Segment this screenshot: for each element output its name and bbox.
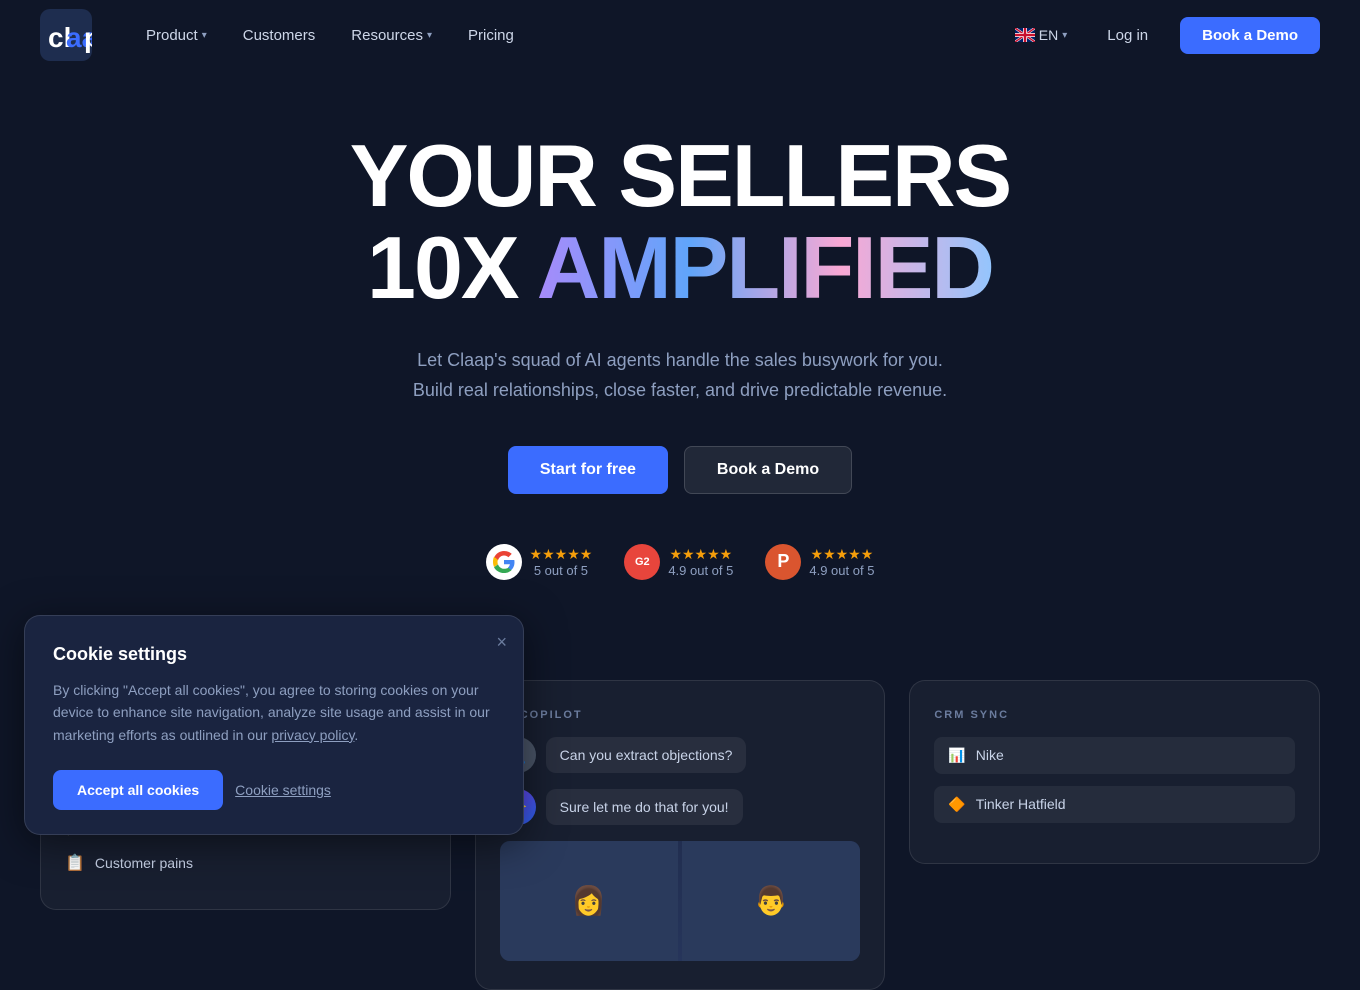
list-item: 📋 Customer pains <box>65 845 426 881</box>
nav-customers[interactable]: Customers <box>229 19 330 52</box>
product-chevron-icon: ▾ <box>202 30 207 41</box>
hero-amplified: AMPLIFIED <box>537 218 993 317</box>
cookie-buttons: Accept all cookies Cookie settings <box>53 770 495 810</box>
nav-links: Product ▾ Customers Resources ▾ Pricing <box>132 19 1007 52</box>
crm-sync-label: CRM SYNC <box>934 709 1295 721</box>
cookie-settings-button[interactable]: Cookie settings <box>235 782 331 798</box>
crm-item-nike: 📊 Nike <box>934 737 1295 774</box>
hero-10x: 10X <box>367 218 518 317</box>
navbar: cl aa p Product ▾ Customers Resources ▾ … <box>0 0 1360 70</box>
hero-cta-group: Start for free Book a Demo <box>40 446 1320 494</box>
hero-section: YOUR SELLERS 10X AMPLIFIED Let Claap's s… <box>0 70 1360 680</box>
resources-chevron-icon: ▾ <box>427 30 432 41</box>
ai-copilot-label: AI COPILOT <box>500 709 861 721</box>
logo[interactable]: cl aa p <box>40 9 92 61</box>
nav-right: EN ▾ Log in Book a Demo <box>1007 17 1320 54</box>
crm-sync-card: CRM SYNC 📊 Nike 🔶 Tinker Hatfield <box>909 680 1320 864</box>
crm-item-hatfield: 🔶 Tinker Hatfield <box>934 786 1295 823</box>
g2-score: 4.9 out of 5 <box>668 563 733 578</box>
google-badge <box>486 544 522 580</box>
nav-product[interactable]: Product ▾ <box>132 19 221 52</box>
hubspot-icon: 🔶 <box>948 796 965 813</box>
start-free-button[interactable]: Start for free <box>508 446 668 494</box>
producthunt-badge: P <box>765 544 801 580</box>
producthunt-stars: ★★★★★ <box>809 546 874 563</box>
customer-pains-icon: 📋 <box>65 853 85 873</box>
user-bubble: Can you extract objections? <box>546 737 747 773</box>
svg-text:p: p <box>84 22 92 53</box>
cookie-banner: × Cookie settings By clicking "Accept al… <box>24 615 524 835</box>
hero-title: YOUR SELLERS 10X AMPLIFIED <box>40 130 1320 315</box>
cookie-description: By clicking "Accept all cookies", you ag… <box>53 679 495 746</box>
nav-pricing[interactable]: Pricing <box>454 19 528 52</box>
notion-icon: 📊 <box>948 747 965 764</box>
chat-message-user: 👤 Can you extract objections? <box>500 737 861 773</box>
google-rating: ★★★★★ 5 out of 5 <box>486 544 593 580</box>
lang-label: EN <box>1039 27 1058 43</box>
ai-copilot-card: AI COPILOT 👤 Can you extract objections?… <box>475 680 886 990</box>
lang-chevron-icon: ▾ <box>1062 30 1067 41</box>
book-demo-hero-button[interactable]: Book a Demo <box>684 446 852 494</box>
cookie-close-button[interactable]: × <box>496 632 507 653</box>
google-score: 5 out of 5 <box>530 563 593 578</box>
ai-bubble: Sure let me do that for you! <box>546 789 743 825</box>
chat-message-ai: ✨ Sure let me do that for you! <box>500 789 861 825</box>
google-stars: ★★★★★ <box>530 546 593 563</box>
accept-cookies-button[interactable]: Accept all cookies <box>53 770 223 810</box>
g2-stars: ★★★★★ <box>668 546 733 563</box>
book-demo-nav-button[interactable]: Book a Demo <box>1180 17 1320 54</box>
cookie-title: Cookie settings <box>53 644 495 665</box>
g2-badge: G2 <box>624 544 660 580</box>
nav-resources[interactable]: Resources ▾ <box>337 19 446 52</box>
g2-rating: G2 ★★★★★ 4.9 out of 5 <box>624 544 733 580</box>
producthunt-rating: P ★★★★★ 4.9 out of 5 <box>765 544 874 580</box>
hero-subtitle: Let Claap's squad of AI agents handle th… <box>370 345 990 406</box>
login-button[interactable]: Log in <box>1091 19 1164 52</box>
privacy-policy-link[interactable]: privacy policy <box>271 727 354 743</box>
language-selector[interactable]: EN ▾ <box>1007 21 1075 49</box>
ratings-row: ★★★★★ 5 out of 5 G2 ★★★★★ 4.9 out of 5 P… <box>40 544 1320 580</box>
producthunt-score: 4.9 out of 5 <box>809 563 874 578</box>
